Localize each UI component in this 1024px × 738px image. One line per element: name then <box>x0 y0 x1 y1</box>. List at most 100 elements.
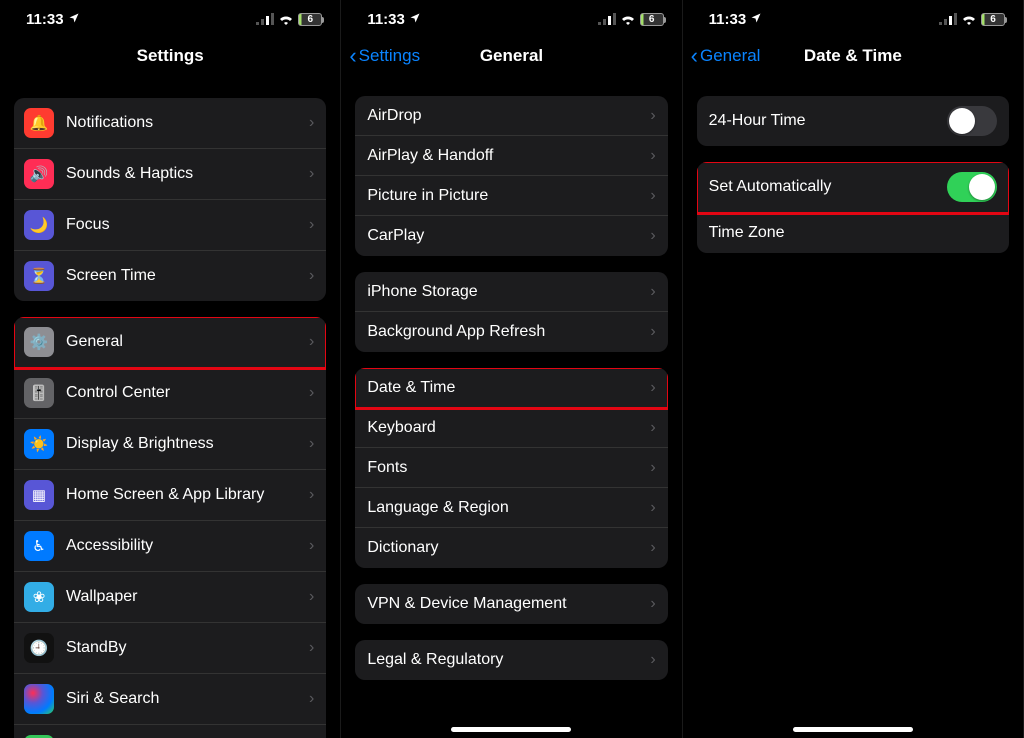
chevron-right-icon: › <box>309 384 314 402</box>
back-button[interactable]: ‹ General <box>691 43 761 69</box>
accessibility-icon: ♿︎ <box>24 531 54 561</box>
row-set-auto[interactable]: Set Automatically <box>697 162 1009 213</box>
chevron-right-icon: › <box>650 187 655 205</box>
chevron-right-icon: › <box>309 486 314 504</box>
location-icon <box>409 11 421 28</box>
moon-icon: 🌙 <box>24 210 54 240</box>
row-language[interactable]: Language & Region› <box>355 488 667 528</box>
chevron-right-icon: › <box>650 147 655 165</box>
row-notifications[interactable]: 🔔 Notifications › <box>14 98 326 149</box>
row-standby[interactable]: 🕘 StandBy › <box>14 623 326 674</box>
row-homescreen[interactable]: ▦ Home Screen & App Library › <box>14 470 326 521</box>
chevron-right-icon: › <box>650 283 655 301</box>
back-button[interactable]: ‹ Settings <box>349 43 420 69</box>
row-accessibility[interactable]: ♿︎ Accessibility › <box>14 521 326 572</box>
row-storage[interactable]: iPhone Storage› <box>355 272 667 312</box>
wifi-icon <box>278 13 294 25</box>
row-label: Fonts <box>367 459 407 477</box>
chevron-right-icon: › <box>309 267 314 285</box>
row-label: StandBy <box>66 639 126 657</box>
row-label: Focus <box>66 216 110 234</box>
row-keyboard[interactable]: Keyboard› <box>355 408 667 448</box>
chevron-right-icon: › <box>650 651 655 669</box>
row-24hour[interactable]: 24-Hour Time <box>697 96 1009 146</box>
row-carplay[interactable]: CarPlay › <box>355 216 667 256</box>
general-group-3: Date & Time› Keyboard› Fonts› Language &… <box>355 368 667 568</box>
battery-icon: 6 <box>298 13 322 26</box>
row-label: Siri & Search <box>66 690 159 708</box>
row-fonts[interactable]: Fonts › <box>355 448 667 488</box>
row-label: VPN & Device Management <box>367 595 566 613</box>
row-control-center[interactable]: 🎚️ Control Center › <box>14 368 326 419</box>
speaker-icon: 🔊 <box>24 159 54 189</box>
row-airdrop[interactable]: AirDrop› <box>355 96 667 136</box>
status-time: 11:33 <box>709 11 747 28</box>
row-date-time[interactable]: Date & Time› <box>355 368 667 408</box>
settings-content[interactable]: 🔔 Notifications › 🔊 Sounds & Haptics › 🌙… <box>0 78 340 738</box>
battery-icon: 6 <box>640 13 664 26</box>
row-sounds[interactable]: 🔊 Sounds & Haptics › <box>14 149 326 200</box>
battery-icon: 6 <box>981 13 1005 26</box>
home-indicator[interactable] <box>451 727 571 732</box>
row-general[interactable]: ⚙️ General › <box>14 317 326 368</box>
toggle-24hour[interactable] <box>947 106 997 136</box>
chevron-right-icon: › <box>650 499 655 517</box>
sliders-icon: 🎚️ <box>24 378 54 408</box>
location-icon <box>750 11 762 28</box>
general-group-1: AirDrop› AirPlay & Handoff › Picture in P… <box>355 96 667 256</box>
row-background-refresh[interactable]: Background App Refresh› <box>355 312 667 352</box>
row-siri[interactable]: Siri & Search › <box>14 674 326 725</box>
row-airplay[interactable]: AirPlay & Handoff › <box>355 136 667 176</box>
row-screentime[interactable]: ⏳ Screen Time › <box>14 251 326 301</box>
chevron-right-icon: › <box>309 588 314 606</box>
row-label: Sounds & Haptics <box>66 165 193 183</box>
chevron-right-icon: › <box>650 539 655 557</box>
datetime-group-2: Set Automatically Time Zone <box>697 162 1009 253</box>
row-label: Date & Time <box>367 379 455 397</box>
row-faceid[interactable]: ☺︎ Face ID & Passcode › <box>14 725 326 738</box>
chevron-right-icon: › <box>650 227 655 245</box>
row-wallpaper[interactable]: ❀ Wallpaper › <box>14 572 326 623</box>
chevron-right-icon: › <box>309 333 314 351</box>
row-vpn[interactable]: VPN & Device Management› <box>355 584 667 624</box>
row-focus[interactable]: 🌙 Focus › <box>14 200 326 251</box>
row-label: General <box>66 333 123 351</box>
cellular-icon <box>598 13 616 25</box>
grid-icon: ▦ <box>24 480 54 510</box>
screen-general: 11:33 6 ‹ Settings General AirDrop› AirP… <box>341 0 682 738</box>
row-label: Legal & Regulatory <box>367 651 503 669</box>
row-label: Time Zone <box>709 224 785 242</box>
row-label: CarPlay <box>367 227 424 245</box>
cellular-icon <box>256 13 274 25</box>
siri-icon <box>24 684 54 714</box>
status-bar: 11:33 6 <box>683 0 1023 34</box>
chevron-right-icon: › <box>650 459 655 477</box>
row-display[interactable]: ☀️ Display & Brightness › <box>14 419 326 470</box>
datetime-content[interactable]: 24-Hour Time Set Automatically Time Zone <box>683 78 1023 738</box>
sun-icon: ☀️ <box>24 429 54 459</box>
chevron-right-icon: › <box>309 216 314 234</box>
row-timezone[interactable]: Time Zone <box>697 213 1009 253</box>
general-group-4: VPN & Device Management› <box>355 584 667 624</box>
bell-icon: 🔔 <box>24 108 54 138</box>
status-time: 11:33 <box>367 11 405 28</box>
nav-bar: ‹ Settings General <box>341 34 681 78</box>
toggle-set-auto[interactable] <box>947 172 997 202</box>
gear-icon: ⚙️ <box>24 327 54 357</box>
wifi-icon <box>620 13 636 25</box>
nav-bar: ‹ General Date & Time <box>683 34 1023 78</box>
row-label: AirPlay & Handoff <box>367 147 493 165</box>
row-legal[interactable]: Legal & Regulatory › <box>355 640 667 680</box>
row-label: Set Automatically <box>709 178 832 196</box>
home-indicator[interactable] <box>793 727 913 732</box>
row-label: 24-Hour Time <box>709 112 806 130</box>
back-label: Settings <box>359 46 420 66</box>
row-dictionary[interactable]: Dictionary› <box>355 528 667 568</box>
general-content[interactable]: AirDrop› AirPlay & Handoff › Picture in P… <box>341 78 681 738</box>
row-pip[interactable]: Picture in Picture› <box>355 176 667 216</box>
page-title: General <box>480 46 543 66</box>
chevron-right-icon: › <box>650 107 655 125</box>
chevron-right-icon: › <box>650 419 655 437</box>
hourglass-icon: ⏳ <box>24 261 54 291</box>
row-label: Home Screen & App Library <box>66 486 264 504</box>
